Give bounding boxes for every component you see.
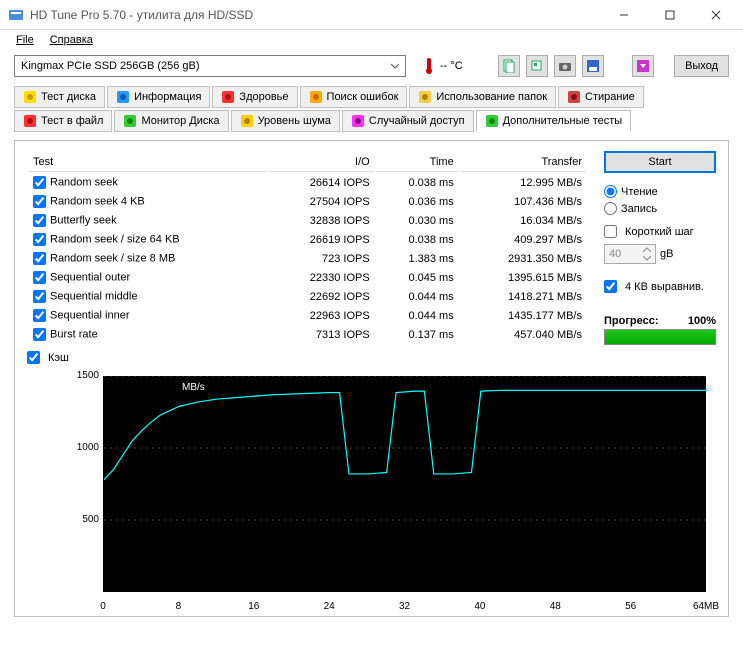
start-button[interactable]: Start: [604, 151, 716, 173]
menu-file[interactable]: File: [10, 32, 40, 48]
titlebar: HD Tune Pro 5.70 - утилита для HD/SSD: [0, 0, 743, 30]
results-table: Test I/O Time Transfer Random seek 26614…: [27, 151, 588, 345]
row-checkbox[interactable]: [33, 252, 46, 265]
table-row: Random seek 4 KB 27504 IOPS0.036 ms107.4…: [29, 193, 586, 210]
progress-bar: [604, 329, 716, 345]
table-row: Random seek / size 8 MB 723 IOPS1.383 ms…: [29, 250, 586, 267]
col-io[interactable]: I/O: [269, 153, 374, 172]
table-row: Sequential outer 22330 IOPS0.045 ms1395.…: [29, 269, 586, 286]
step-spinner[interactable]: 40: [604, 244, 656, 264]
floppy-icon: [586, 59, 600, 73]
progress-value: 100%: [688, 315, 716, 327]
col-time[interactable]: Time: [376, 153, 458, 172]
read-radio-row[interactable]: Чтение: [604, 183, 716, 200]
down-arrow-icon: [636, 59, 650, 73]
write-radio-row[interactable]: Запись: [604, 200, 716, 217]
tab-5[interactable]: Стирание: [558, 86, 644, 108]
progress-label: Прогресс:: [604, 315, 659, 327]
align-checkbox[interactable]: [604, 280, 617, 293]
table-row: Sequential inner 22963 IOPS0.044 ms1435.…: [29, 307, 586, 324]
chart: MB/s 50010001500 0816243240485664MB: [27, 372, 716, 612]
cache-label: Кэш: [48, 352, 69, 364]
copy-info-button[interactable]: [498, 55, 520, 77]
row-checkbox[interactable]: [33, 328, 46, 341]
read-radio[interactable]: [604, 185, 617, 198]
window-title: HD Tune Pro 5.70 - утилита для HD/SSD: [30, 8, 601, 22]
table-row: Sequential middle 22692 IOPS0.044 ms1418…: [29, 288, 586, 305]
temperature-value: -- °C: [440, 60, 463, 72]
toolbar: Kingmax PCIe SSD 256GB (256 gB) -- °C Вы…: [0, 50, 743, 82]
row-checkbox[interactable]: [33, 290, 46, 303]
row-checkbox[interactable]: [33, 195, 46, 208]
tab-6[interactable]: Тест в файл: [14, 110, 112, 132]
write-radio[interactable]: [604, 202, 617, 215]
page-icon: [502, 59, 516, 73]
short-step-checkbox[interactable]: [604, 225, 617, 238]
tab-2[interactable]: Здоровье: [212, 86, 297, 108]
table-row: Burst rate 7313 IOPS0.137 ms457.040 MB/s: [29, 326, 586, 343]
tab-4[interactable]: Использование папок: [409, 86, 556, 108]
minimize-button[interactable]: [601, 1, 647, 29]
exit-button[interactable]: Выход: [674, 55, 729, 77]
app-icon: [8, 7, 24, 23]
tab-3[interactable]: Поиск ошибок: [300, 86, 408, 108]
thermometer-icon: [422, 57, 436, 75]
camera-icon: [558, 59, 572, 73]
screenshot-button[interactable]: [554, 55, 576, 77]
save-button[interactable]: [582, 55, 604, 77]
tab-1[interactable]: Информация: [107, 86, 210, 108]
step-unit: gB: [660, 248, 673, 260]
menubar: File Справка: [0, 30, 743, 50]
device-select[interactable]: Kingmax PCIe SSD 256GB (256 gB): [14, 55, 406, 77]
col-transfer[interactable]: Transfer: [460, 153, 586, 172]
row-checkbox[interactable]: [33, 233, 46, 246]
maximize-button[interactable]: [647, 1, 693, 29]
table-row: Butterfly seek 32838 IOPS0.030 ms16.034 …: [29, 212, 586, 229]
content-panel: Test I/O Time Transfer Random seek 26614…: [14, 140, 729, 617]
copy-shot-button[interactable]: [526, 55, 548, 77]
tab-7[interactable]: Монитор Диска: [114, 110, 228, 132]
tab-0[interactable]: Тест диска: [14, 86, 105, 108]
cache-checkbox[interactable]: [27, 351, 40, 364]
row-checkbox[interactable]: [33, 214, 46, 227]
spinner-arrows-icon: [643, 247, 651, 261]
row-checkbox[interactable]: [33, 271, 46, 284]
col-test[interactable]: Test: [29, 153, 267, 172]
row-checkbox[interactable]: [33, 309, 46, 322]
align-label: 4 КВ выравнив.: [625, 281, 704, 293]
temperature: -- °C: [422, 57, 463, 75]
chevron-down-icon: [391, 62, 399, 70]
pages-icon: [530, 59, 544, 73]
tab-10[interactable]: Дополнительные тесты: [476, 110, 632, 132]
table-row: Random seek 26614 IOPS0.038 ms12.995 MB/…: [29, 174, 586, 191]
table-row: Random seek / size 64 KB 26619 IOPS0.038…: [29, 231, 586, 248]
short-step-label: Короткий шаг: [625, 226, 694, 238]
row-checkbox[interactable]: [33, 176, 46, 189]
tab-8[interactable]: Уровень шума: [231, 110, 340, 132]
close-button[interactable]: [693, 1, 739, 29]
tab-9[interactable]: Случайный доступ: [342, 110, 474, 132]
options-button[interactable]: [632, 55, 654, 77]
menu-help[interactable]: Справка: [44, 32, 99, 48]
device-select-value: Kingmax PCIe SSD 256GB (256 gB): [21, 60, 200, 72]
